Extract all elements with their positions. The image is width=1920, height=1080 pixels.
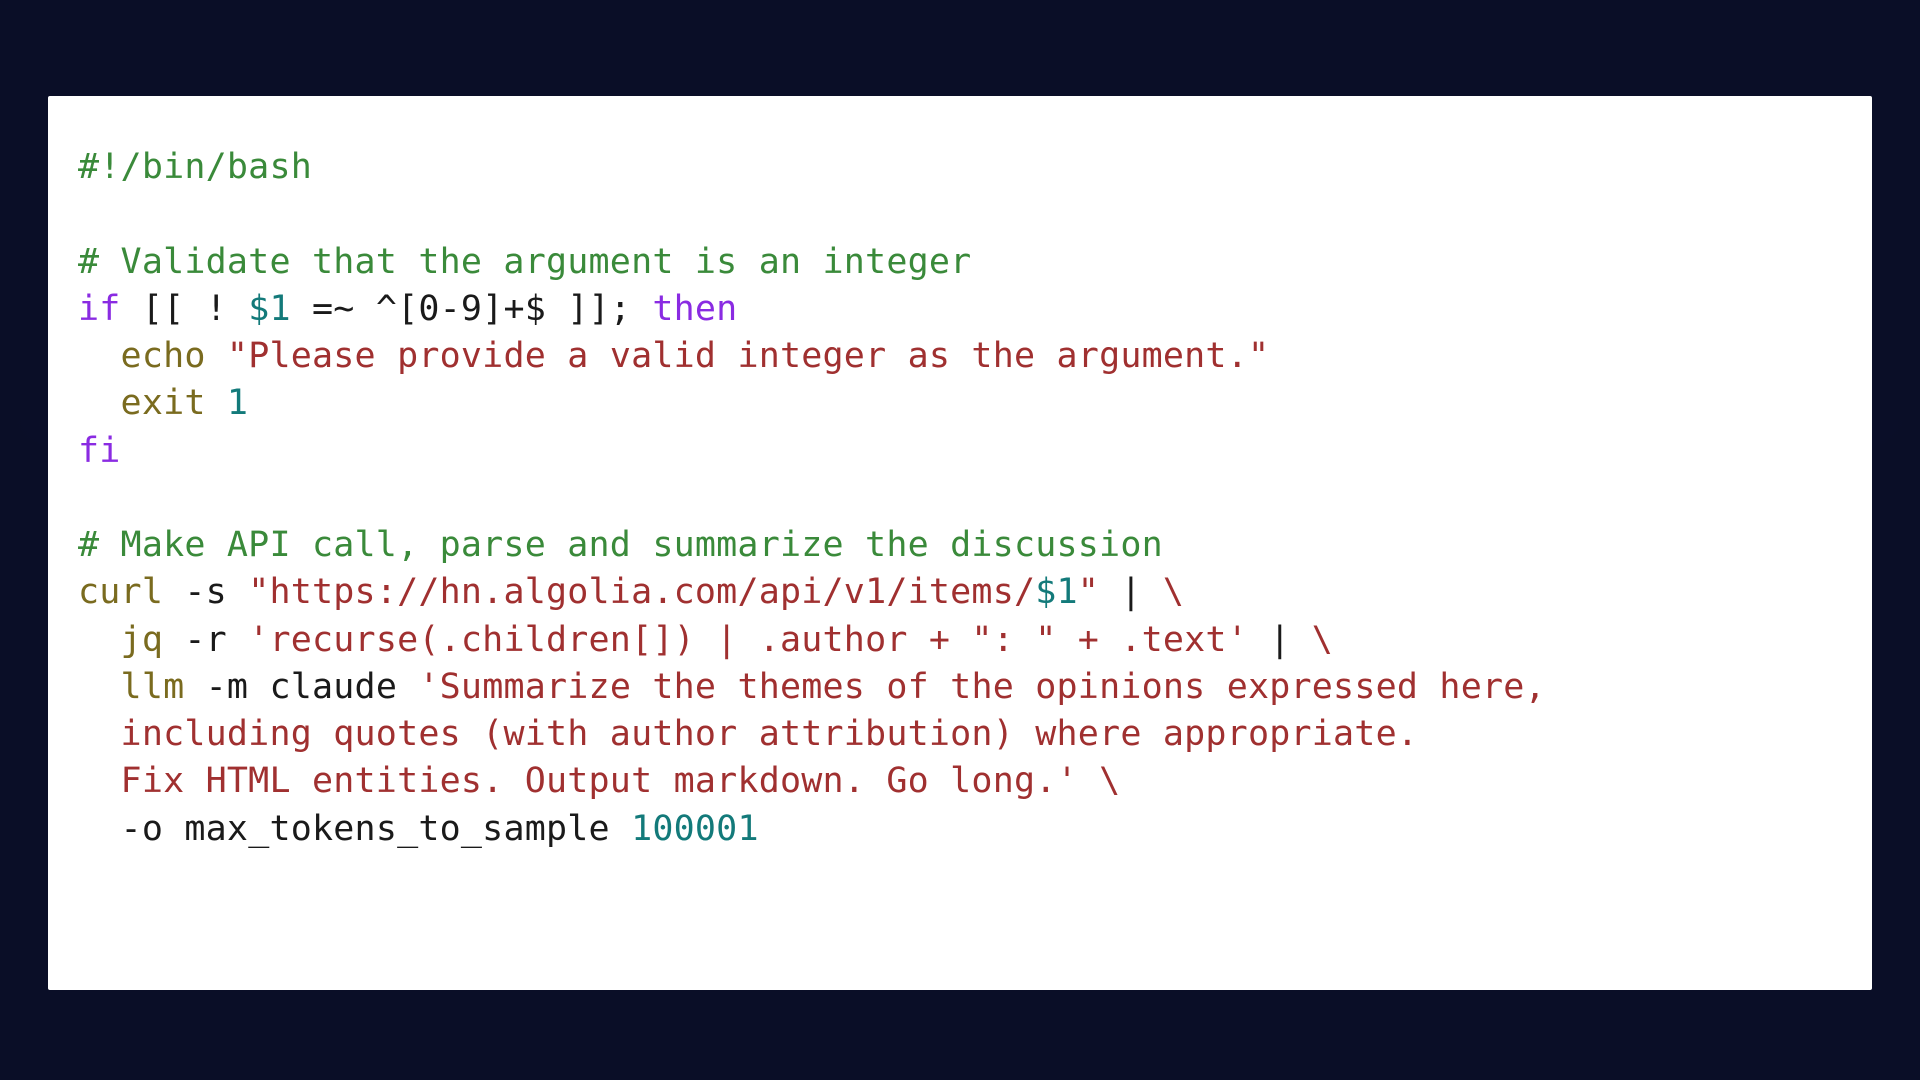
model-name: claude xyxy=(269,667,418,707)
pipe-1: | xyxy=(1099,572,1163,612)
cmd-curl: curl xyxy=(78,572,163,612)
str-error: "Please provide a valid integer as the a… xyxy=(227,336,1269,376)
line-cont-2: \ xyxy=(1312,620,1333,660)
url-b: " xyxy=(1078,572,1099,612)
indent xyxy=(78,667,121,707)
flag-s: -s xyxy=(163,572,248,612)
prompt-line-1: 'Summarize the themes of the opinions ex… xyxy=(418,667,1545,707)
sp xyxy=(206,336,227,376)
sp xyxy=(1078,761,1099,801)
line-cont-3: \ xyxy=(1099,761,1120,801)
sp xyxy=(206,383,227,423)
exit-code: 1 xyxy=(227,383,248,423)
cond-open: [[ ! xyxy=(121,289,249,329)
line-cont-1: \ xyxy=(1163,572,1184,612)
comment-api: # Make API call, parse and summarize the… xyxy=(78,525,1163,565)
indent xyxy=(78,761,121,801)
flag-r: -r xyxy=(163,620,248,660)
url-a: "https://hn.algolia.com/api/v1/items/ xyxy=(248,572,1035,612)
opt-value: 100001 xyxy=(631,809,759,849)
comment-validate: # Validate that the argument is an integ… xyxy=(78,242,971,282)
flag-m: -m xyxy=(184,667,269,707)
var-arg1-b: $1 xyxy=(1035,572,1078,612)
kw-fi: fi xyxy=(78,431,121,471)
cond-rest: =~ ^[0-9]+$ ]]; xyxy=(291,289,653,329)
var-arg1-a: $1 xyxy=(248,289,291,329)
kw-then: then xyxy=(652,289,737,329)
pipe-2: | xyxy=(1248,620,1312,660)
prompt-line-2: including quotes (with author attributio… xyxy=(121,714,1419,754)
indent xyxy=(78,336,121,376)
jq-expr: 'recurse(.children[]) | .author + ": " +… xyxy=(248,620,1248,660)
cmd-exit: exit xyxy=(121,383,206,423)
opt-name: max_tokens_to_sample xyxy=(184,809,631,849)
cmd-jq: jq xyxy=(121,620,164,660)
cmd-echo: echo xyxy=(121,336,206,376)
indent xyxy=(78,383,121,423)
indent xyxy=(78,809,121,849)
kw-if: if xyxy=(78,289,121,329)
cmd-llm: llm xyxy=(121,667,185,707)
code-block: #!/bin/bash # Validate that the argument… xyxy=(48,96,1872,990)
shebang-line: #!/bin/bash xyxy=(78,147,312,187)
indent xyxy=(78,714,121,754)
indent xyxy=(78,620,121,660)
flag-o: -o xyxy=(121,809,185,849)
prompt-line-3: Fix HTML entities. Output markdown. Go l… xyxy=(121,761,1078,801)
